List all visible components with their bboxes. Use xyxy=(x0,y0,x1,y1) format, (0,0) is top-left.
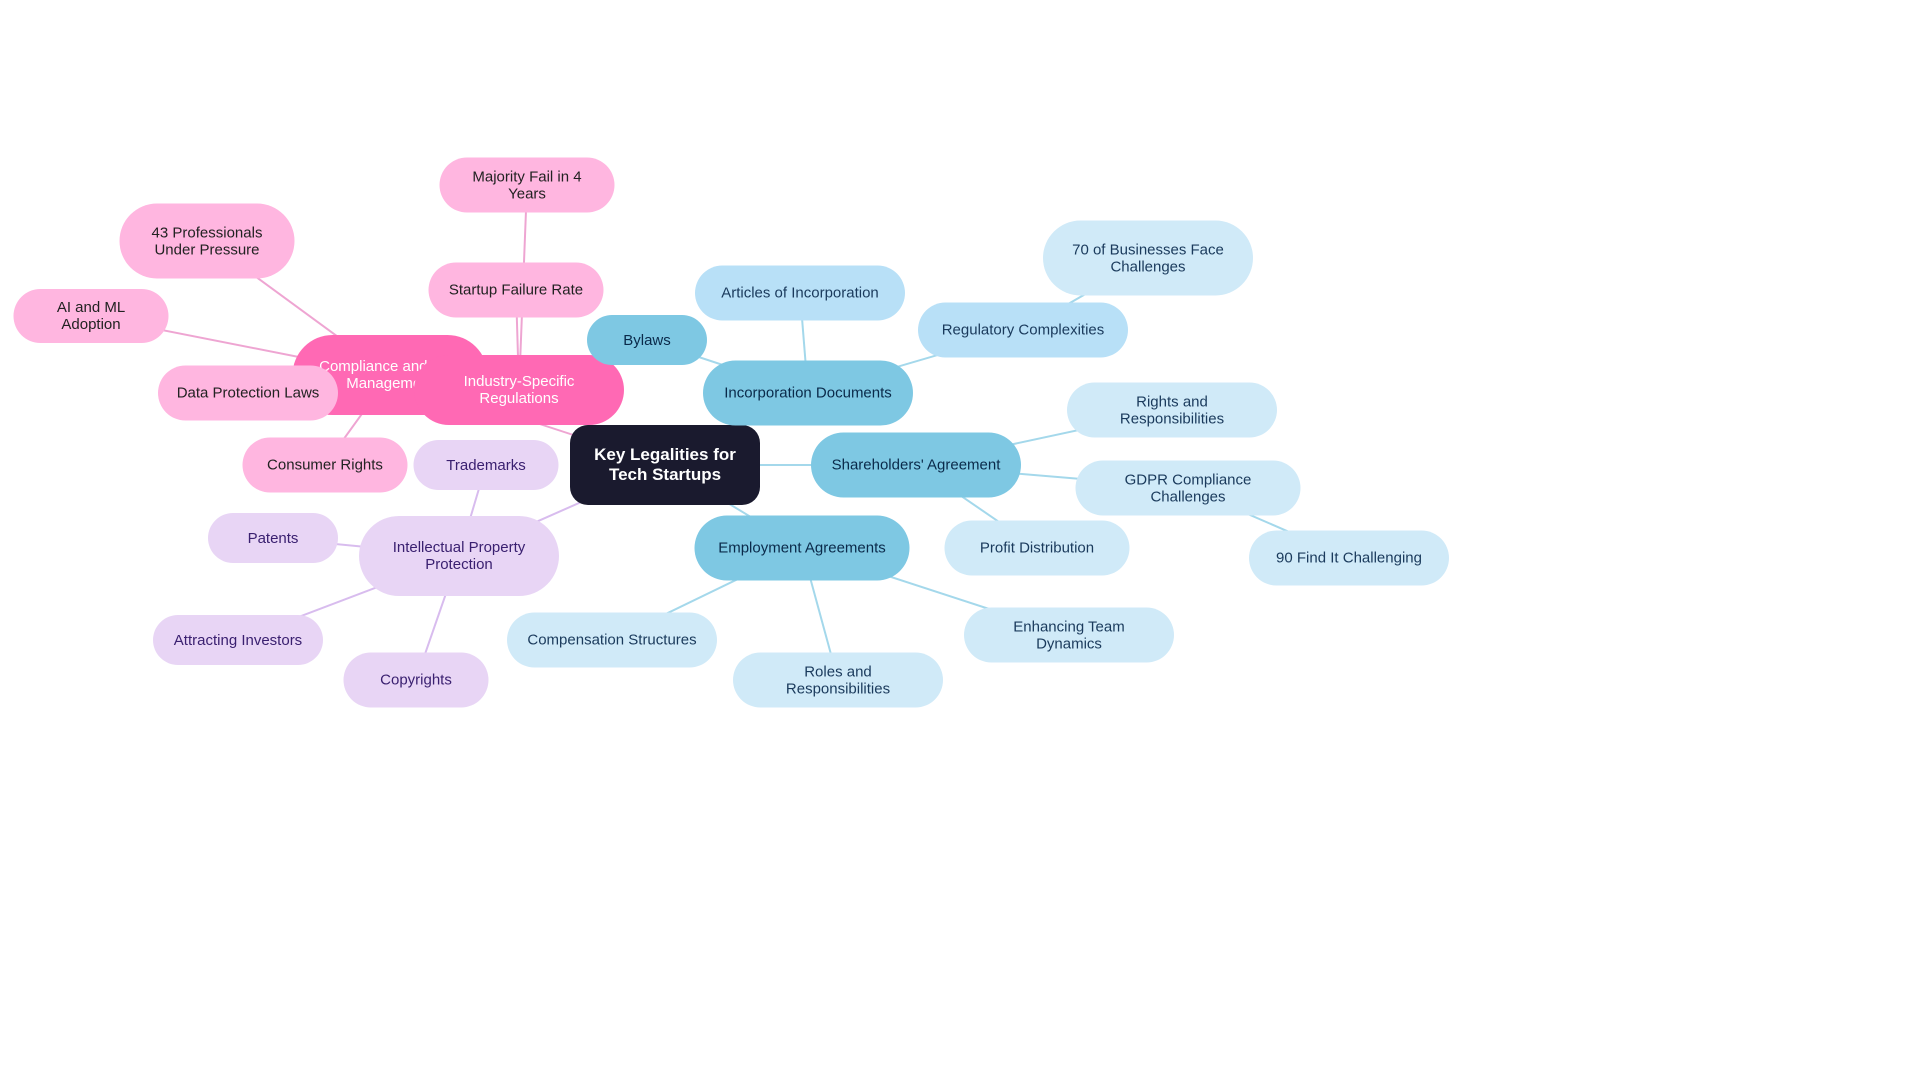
node-label-regulatory: Regulatory Complexities xyxy=(942,322,1105,339)
node-label-shareholders: Shareholders' Agreement xyxy=(832,457,1001,474)
node-label-gdpr: GDPR Compliance Challenges xyxy=(1094,471,1283,505)
node-industry_regs[interactable]: Industry-Specific Regulations xyxy=(414,355,624,425)
node-label-rights_resp: Rights and Responsibilities xyxy=(1085,393,1259,427)
node-rights_resp[interactable]: Rights and Responsibilities xyxy=(1067,383,1277,438)
node-consumer_rights[interactable]: Consumer Rights xyxy=(243,438,408,493)
node-label-center: Key Legalities for Tech Startups xyxy=(588,445,742,485)
node-roles[interactable]: Roles and Responsibilities xyxy=(733,653,943,708)
node-label-trademarks: Trademarks xyxy=(446,457,525,474)
node-compensation[interactable]: Compensation Structures xyxy=(507,613,717,668)
node-label-profit_dist: Profit Distribution xyxy=(980,540,1094,557)
node-label-ip_protection: Intellectual Property Protection xyxy=(377,539,541,573)
node-label-patents: Patents xyxy=(248,530,299,547)
node-enhancing[interactable]: Enhancing Team Dynamics xyxy=(964,608,1174,663)
node-label-employment: Employment Agreements xyxy=(718,540,886,557)
node-ai_ml[interactable]: AI and ML Adoption xyxy=(14,289,169,343)
node-label-roles: Roles and Responsibilities xyxy=(751,663,925,697)
node-label-articles: Articles of Incorporation xyxy=(721,285,879,302)
node-articles[interactable]: Articles of Incorporation xyxy=(695,266,905,321)
node-label-professionals: 43 Professionals Under Pressure xyxy=(138,224,277,258)
node-trademarks[interactable]: Trademarks xyxy=(414,440,559,490)
node-label-ai_ml: AI and ML Adoption xyxy=(32,299,151,333)
node-90_find[interactable]: 90 Find It Challenging xyxy=(1249,531,1449,586)
node-label-copyrights: Copyrights xyxy=(380,672,452,689)
node-regulatory[interactable]: Regulatory Complexities xyxy=(918,303,1128,358)
node-label-enhancing: Enhancing Team Dynamics xyxy=(982,618,1156,652)
node-label-70_biz: 70 of Businesses Face Challenges xyxy=(1061,241,1235,275)
node-label-incorporation: Incorporation Documents xyxy=(724,385,892,402)
node-incorporation[interactable]: Incorporation Documents xyxy=(703,361,913,426)
node-shareholders[interactable]: Shareholders' Agreement xyxy=(811,433,1021,498)
node-copyrights[interactable]: Copyrights xyxy=(344,653,489,708)
node-professionals[interactable]: 43 Professionals Under Pressure xyxy=(120,204,295,279)
node-profit_dist[interactable]: Profit Distribution xyxy=(945,521,1130,576)
node-majority_fail[interactable]: Majority Fail in 4 Years xyxy=(440,158,615,213)
node-patents[interactable]: Patents xyxy=(208,513,338,563)
node-center[interactable]: Key Legalities for Tech Startups xyxy=(570,425,760,505)
node-startup_failure[interactable]: Startup Failure Rate xyxy=(429,263,604,318)
mindmap-container: Key Legalities for Tech StartupsComplian… xyxy=(0,0,1920,1083)
node-label-bylaws: Bylaws xyxy=(623,332,671,349)
node-label-compensation: Compensation Structures xyxy=(527,632,696,649)
node-70_biz[interactable]: 70 of Businesses Face Challenges xyxy=(1043,221,1253,296)
node-ip_protection[interactable]: Intellectual Property Protection xyxy=(359,516,559,596)
node-label-startup_failure: Startup Failure Rate xyxy=(449,282,583,299)
node-label-90_find: 90 Find It Challenging xyxy=(1276,550,1422,567)
node-label-data_protection: Data Protection Laws xyxy=(177,385,320,402)
node-label-consumer_rights: Consumer Rights xyxy=(267,457,383,474)
node-bylaws[interactable]: Bylaws xyxy=(587,315,707,365)
node-label-industry_regs: Industry-Specific Regulations xyxy=(432,373,606,407)
node-employment[interactable]: Employment Agreements xyxy=(695,516,910,581)
node-gdpr[interactable]: GDPR Compliance Challenges xyxy=(1076,461,1301,516)
node-label-majority_fail: Majority Fail in 4 Years xyxy=(458,168,597,202)
node-label-attracting_inv: Attracting Investors xyxy=(174,632,302,649)
node-attracting_inv[interactable]: Attracting Investors xyxy=(153,615,323,665)
node-data_protection[interactable]: Data Protection Laws xyxy=(158,366,338,421)
